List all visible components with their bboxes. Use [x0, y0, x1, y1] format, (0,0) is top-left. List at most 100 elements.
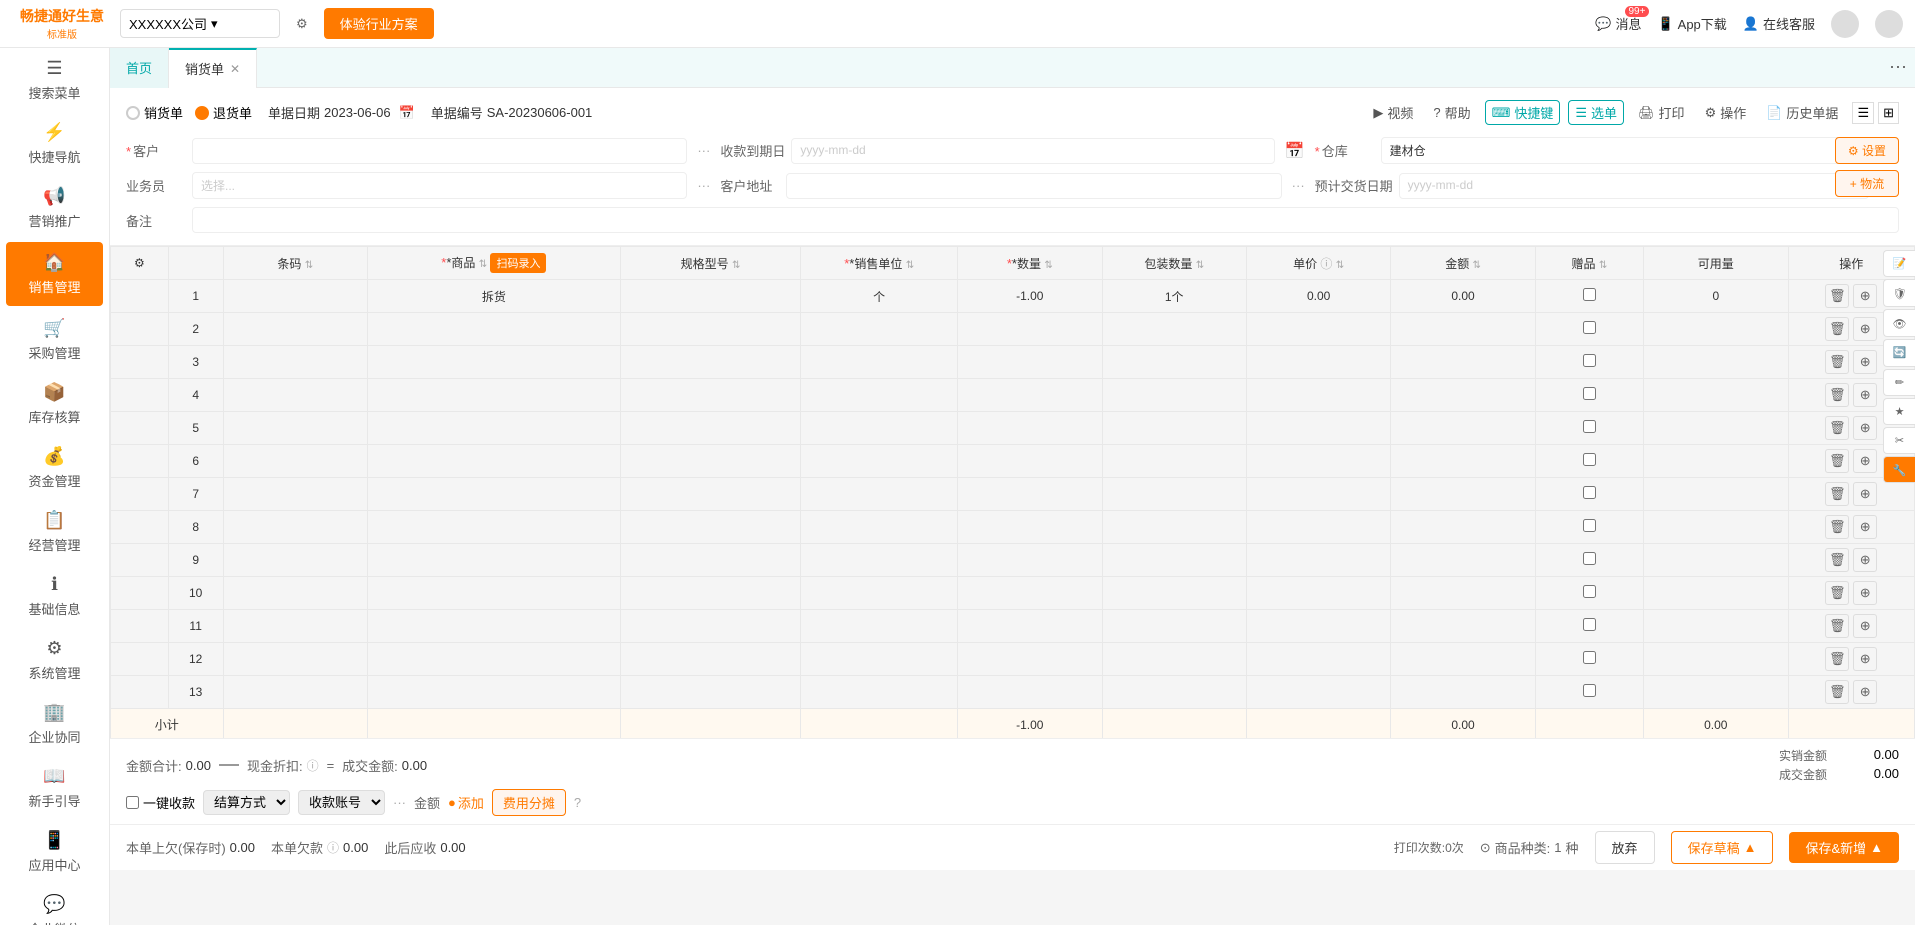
row-packqty-8[interactable] [1102, 544, 1246, 577]
rs-shield-btn[interactable]: 🛡 [1883, 279, 1915, 307]
row-barcode-4[interactable] [223, 412, 367, 445]
gift-checkbox-8[interactable] [1583, 552, 1596, 565]
sidebar-item-purchase[interactable]: 🛒 采购管理 [0, 308, 109, 372]
row-price-2[interactable] [1246, 346, 1390, 379]
abandon-btn[interactable]: 放弃 [1595, 831, 1655, 864]
row-gift-0[interactable] [1535, 280, 1643, 313]
row-gift-10[interactable] [1535, 610, 1643, 643]
gift-checkbox-3[interactable] [1583, 387, 1596, 400]
payment-method-select[interactable]: 结算方式 [203, 790, 290, 815]
row-qty-10[interactable] [958, 610, 1102, 643]
toolbar-history-btn[interactable]: 📄 历史单据 [1760, 101, 1844, 124]
th-spec[interactable]: 规格型号 ⇅ [620, 247, 801, 280]
copy-row-btn-0[interactable]: ⊕ [1853, 284, 1877, 308]
sidebar-item-operation[interactable]: 📋 经营管理 [0, 500, 109, 564]
gift-checkbox-0[interactable] [1583, 288, 1596, 301]
gift-checkbox-5[interactable] [1583, 453, 1596, 466]
row-goods-8[interactable] [367, 544, 620, 577]
row-qty-6[interactable] [958, 478, 1102, 511]
row-unit-12[interactable] [801, 676, 958, 709]
rs-action-btn[interactable]: 🔧 [1883, 456, 1915, 483]
copy-row-btn-8[interactable]: ⊕ [1853, 548, 1877, 572]
copy-row-btn-10[interactable]: ⊕ [1853, 614, 1877, 638]
delete-row-btn-9[interactable]: 🗑 [1825, 581, 1849, 605]
row-spec-12[interactable] [620, 676, 801, 709]
tab-close-icon[interactable]: ✕ [230, 62, 240, 76]
row-spec-10[interactable] [620, 610, 801, 643]
collect-date-cal-icon[interactable]: 📅 [1285, 141, 1305, 161]
row-price-10[interactable] [1246, 610, 1390, 643]
delete-row-btn-4[interactable]: 🗑 [1825, 416, 1849, 440]
row-price-12[interactable] [1246, 676, 1390, 709]
row-goods-9[interactable] [367, 577, 620, 610]
delete-row-btn-5[interactable]: 🗑 [1825, 449, 1849, 473]
avatar2[interactable] [1875, 10, 1903, 38]
avatar[interactable] [1831, 10, 1859, 38]
row-amount-6[interactable] [1391, 478, 1535, 511]
one-click-pay-check[interactable] [126, 796, 139, 809]
rs-notes-btn[interactable]: 📝 [1883, 250, 1915, 277]
row-unit-2[interactable] [801, 346, 958, 379]
row-amount-11[interactable] [1391, 643, 1535, 676]
sidebar-item-guide[interactable]: 📖 新手引导 [0, 756, 109, 820]
rs-edit-btn[interactable]: ✏ [1883, 369, 1915, 396]
toolbar-ops-btn[interactable]: ⚙ 操作 [1699, 101, 1753, 124]
row-price-5[interactable] [1246, 445, 1390, 478]
warehouse-input[interactable]: 建材仓 [1381, 137, 1876, 164]
row-barcode-5[interactable] [223, 445, 367, 478]
delete-row-btn-2[interactable]: 🗑 [1825, 350, 1849, 374]
row-spec-1[interactable] [620, 313, 801, 346]
row-price-0[interactable]: 0.00 [1246, 280, 1390, 313]
sidebar-item-search[interactable]: ☰ 搜索菜单 [0, 48, 109, 112]
row-barcode-8[interactable] [223, 544, 367, 577]
row-spec-6[interactable] [620, 478, 801, 511]
row-qty-9[interactable] [958, 577, 1102, 610]
radio-sales-order[interactable]: 销货单 [126, 103, 183, 122]
row-qty-8[interactable] [958, 544, 1102, 577]
row-gift-3[interactable] [1535, 379, 1643, 412]
row-amount-3[interactable] [1391, 379, 1535, 412]
row-barcode-11[interactable] [223, 643, 367, 676]
row-amount-1[interactable] [1391, 313, 1535, 346]
row-barcode-2[interactable] [223, 346, 367, 379]
delete-row-btn-3[interactable]: 🗑 [1825, 383, 1849, 407]
copy-row-btn-1[interactable]: ⊕ [1853, 317, 1877, 341]
row-barcode-1[interactable] [223, 313, 367, 346]
row-spec-7[interactable] [620, 511, 801, 544]
row-qty-7[interactable] [958, 511, 1102, 544]
row-gift-7[interactable] [1535, 511, 1643, 544]
row-qty-1[interactable] [958, 313, 1102, 346]
row-gift-2[interactable] [1535, 346, 1643, 379]
row-gift-12[interactable] [1535, 676, 1643, 709]
row-qty-3[interactable] [958, 379, 1102, 412]
tab-more-icon[interactable]: ⋯ [1889, 57, 1915, 78]
row-gift-1[interactable] [1535, 313, 1643, 346]
customer-addr-dots[interactable]: ··· [1292, 178, 1305, 193]
gift-checkbox-12[interactable] [1583, 684, 1596, 697]
row-unit-6[interactable] [801, 478, 958, 511]
row-goods-2[interactable] [367, 346, 620, 379]
account-dots[interactable]: ··· [393, 795, 406, 810]
rs-scissors-btn[interactable]: ✂ [1883, 427, 1915, 454]
scan-btn[interactable]: 扫码录入 [490, 253, 546, 273]
row-unit-9[interactable] [801, 577, 958, 610]
sidebar-item-quick-nav[interactable]: ⚡ 快捷导航 [0, 112, 109, 176]
row-goods-1[interactable] [367, 313, 620, 346]
row-price-7[interactable] [1246, 511, 1390, 544]
row-packqty-6[interactable] [1102, 478, 1246, 511]
row-gift-4[interactable] [1535, 412, 1643, 445]
row-goods-0[interactable]: 拆货 [367, 280, 620, 313]
sidebar-item-basic[interactable]: ℹ 基础信息 [0, 564, 109, 628]
copy-row-btn-5[interactable]: ⊕ [1853, 449, 1877, 473]
row-unit-0[interactable]: 个 [801, 280, 958, 313]
row-gift-8[interactable] [1535, 544, 1643, 577]
rs-refresh-btn[interactable]: 🔄 [1883, 339, 1915, 366]
row-packqty-9[interactable] [1102, 577, 1246, 610]
radio-return-order[interactable]: 退货单 [195, 103, 252, 122]
row-packqty-7[interactable] [1102, 511, 1246, 544]
toolbar-help-btn[interactable]: ? 帮助 [1427, 101, 1476, 124]
row-price-9[interactable] [1246, 577, 1390, 610]
tab-sales-order[interactable]: 销货单 ✕ [169, 48, 257, 88]
company-selector[interactable]: XXXXXX公司 ▾ [120, 9, 280, 38]
gift-checkbox-4[interactable] [1583, 420, 1596, 433]
